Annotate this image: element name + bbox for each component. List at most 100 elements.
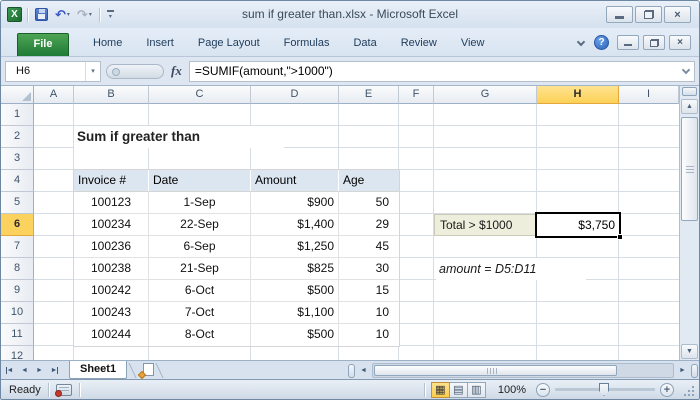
- redo-button[interactable]: ↷ ▾: [75, 5, 94, 25]
- vertical-scroll-track[interactable]: [681, 115, 698, 343]
- table-cell[interactable]: 45: [339, 236, 399, 257]
- column-header-E[interactable]: E: [339, 86, 399, 104]
- record-macro-button[interactable]: [54, 383, 72, 397]
- table-cell[interactable]: $1,250: [251, 236, 339, 257]
- page-layout-view-button[interactable]: ▤: [448, 381, 468, 398]
- table-cell[interactable]: 15: [339, 280, 399, 301]
- table-cell[interactable]: 100123: [74, 192, 149, 213]
- zoom-in-button[interactable]: +: [660, 382, 674, 397]
- table-cell[interactable]: 1-Sep: [149, 192, 251, 213]
- name-box[interactable]: H6 ▾: [5, 60, 101, 82]
- table-cell[interactable]: 100238: [74, 258, 149, 279]
- row-header-10[interactable]: 10: [1, 302, 34, 324]
- row-header-11[interactable]: 11: [1, 324, 34, 346]
- selected-cell[interactable]: $3,750: [535, 212, 623, 240]
- table-cell[interactable]: $825: [251, 258, 339, 279]
- column-header-A[interactable]: A: [34, 86, 74, 104]
- table-cell[interactable]: 22-Sep: [149, 214, 251, 235]
- help-button[interactable]: ?: [594, 35, 609, 50]
- table-cell[interactable]: 6-Sep: [149, 236, 251, 257]
- horizontal-scroll-track[interactable]: [372, 363, 674, 378]
- zoom-slider-track[interactable]: [555, 383, 655, 396]
- column-header-I[interactable]: I: [619, 86, 679, 104]
- column-header-G[interactable]: G: [434, 86, 537, 104]
- ribbon-tab-data[interactable]: Data: [341, 30, 388, 56]
- table-cell[interactable]: $500: [251, 280, 339, 301]
- table-cell[interactable]: 29: [339, 214, 399, 235]
- page-break-view-button[interactable]: ▥: [466, 381, 486, 398]
- row-header-3[interactable]: 3: [1, 148, 34, 170]
- table-cell[interactable]: 100244: [74, 324, 149, 346]
- formula-input[interactable]: =SUMIF(amount,">1000"): [188, 60, 678, 82]
- last-sheet-button[interactable]: ►: [48, 363, 61, 378]
- table-cell[interactable]: 100243: [74, 302, 149, 323]
- split-handle[interactable]: [682, 87, 697, 96]
- table-cell[interactable]: 6-Oct: [149, 280, 251, 301]
- table-cell[interactable]: $900: [251, 192, 339, 213]
- row-header-4[interactable]: 4: [1, 170, 34, 192]
- column-header-D[interactable]: D: [251, 86, 339, 104]
- ribbon-tab-file[interactable]: File: [17, 33, 69, 56]
- workbook-close-button[interactable]: ×: [669, 35, 691, 50]
- first-sheet-button[interactable]: ◄: [3, 363, 16, 378]
- annotation-cell[interactable]: amount = D5:D11: [436, 258, 586, 280]
- insert-function-button[interactable]: fx: [171, 63, 182, 79]
- close-button[interactable]: ×: [664, 6, 691, 23]
- column-header-B[interactable]: B: [74, 86, 149, 104]
- table-header-date[interactable]: Date: [149, 170, 251, 191]
- next-sheet-button[interactable]: ►: [33, 363, 46, 378]
- table-cell[interactable]: 8-Oct: [149, 324, 251, 346]
- row-header-6[interactable]: 6: [1, 214, 34, 236]
- tab-split-handle[interactable]: [348, 363, 355, 378]
- ribbon-tab-home[interactable]: Home: [81, 30, 134, 56]
- table-header-amount[interactable]: Amount: [251, 170, 339, 191]
- zoom-out-button[interactable]: −: [536, 382, 550, 397]
- row-header-8[interactable]: 8: [1, 258, 34, 280]
- row-header-5[interactable]: 5: [1, 192, 34, 214]
- select-all-corner[interactable]: [1, 86, 34, 104]
- row-header-9[interactable]: 9: [1, 280, 34, 302]
- table-cell[interactable]: $500: [251, 324, 339, 346]
- vertical-scroll-thumb[interactable]: [681, 117, 698, 221]
- table-cell[interactable]: 100234: [74, 214, 149, 235]
- total-label-cell[interactable]: Total > $1000: [434, 214, 537, 236]
- spreadsheet-grid[interactable]: Sum if greater than Invoice # Date Amount A…: [34, 104, 679, 360]
- workbook-restore-button[interactable]: [643, 35, 665, 50]
- table-cell[interactable]: 100236: [74, 236, 149, 257]
- table-cell[interactable]: $1,100: [251, 302, 339, 323]
- column-header-F[interactable]: F: [399, 86, 434, 104]
- ribbon-tab-view[interactable]: View: [449, 30, 497, 56]
- customize-qat-button[interactable]: ▾: [105, 5, 116, 25]
- row-header-12[interactable]: 12: [1, 346, 34, 360]
- table-header-age[interactable]: Age: [339, 170, 399, 191]
- ribbon-tab-formulas[interactable]: Formulas: [272, 30, 342, 56]
- table-cell[interactable]: 10: [339, 324, 399, 346]
- table-cell[interactable]: $1,400: [251, 214, 339, 235]
- table-cell[interactable]: 100242: [74, 280, 149, 301]
- expand-formula-bar-button[interactable]: [678, 60, 695, 82]
- table-cell[interactable]: 50: [339, 192, 399, 213]
- horizontal-scroll-thumb[interactable]: [374, 365, 617, 376]
- table-cell[interactable]: 7-Oct: [149, 302, 251, 323]
- formula-bar-gripper[interactable]: [106, 63, 164, 79]
- ribbon-tab-page-layout[interactable]: Page Layout: [186, 30, 272, 56]
- restore-button[interactable]: [635, 6, 662, 23]
- vertical-scrollbar[interactable]: ▲ ▼: [679, 86, 699, 360]
- scroll-left-button[interactable]: ◄: [357, 363, 370, 378]
- minimize-button[interactable]: [606, 6, 633, 23]
- previous-sheet-button[interactable]: ◄: [18, 363, 31, 378]
- tab-split-handle[interactable]: [691, 363, 698, 378]
- column-header-H[interactable]: H: [537, 86, 619, 104]
- ribbon-tab-review[interactable]: Review: [389, 30, 449, 56]
- table-header-invoice[interactable]: Invoice #: [74, 170, 149, 191]
- workbook-minimize-button[interactable]: [617, 35, 639, 50]
- ribbon-tab-insert[interactable]: Insert: [134, 30, 186, 56]
- row-header-2[interactable]: 2: [1, 126, 34, 148]
- zoom-slider-handle[interactable]: [599, 383, 609, 396]
- table-cell[interactable]: 30: [339, 258, 399, 279]
- normal-view-button[interactable]: ▦: [430, 381, 450, 398]
- table-cell[interactable]: 21-Sep: [149, 258, 251, 279]
- row-header-7[interactable]: 7: [1, 236, 34, 258]
- expand-ribbon-icon[interactable]: [576, 37, 586, 46]
- name-box-dropdown[interactable]: ▾: [85, 61, 100, 81]
